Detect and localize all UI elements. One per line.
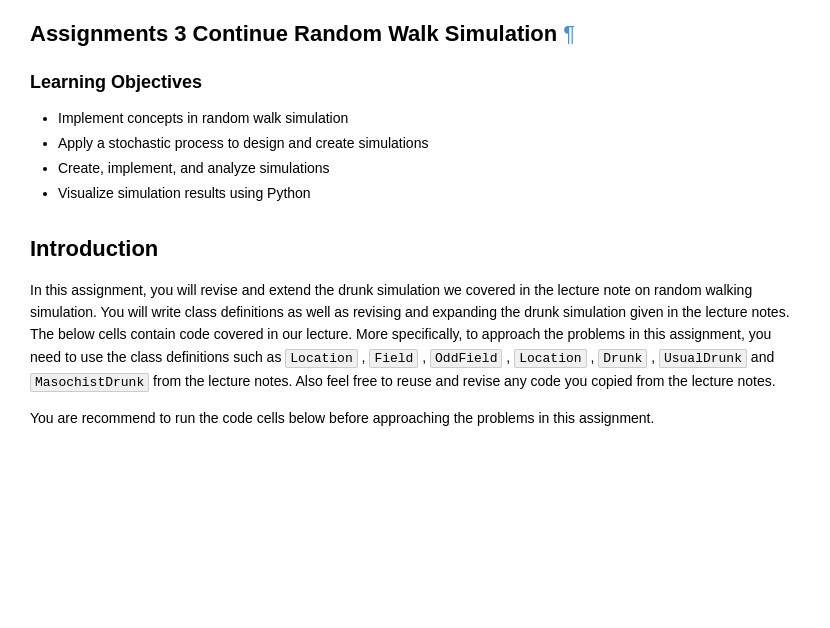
code-field: Field [369,349,418,368]
page-title: Assignments 3 Continue Random Walk Simul… [30,20,800,49]
list-item: Implement concepts in random walk simula… [58,108,800,129]
intro-text-end: from the lecture notes. Also feel free t… [153,373,776,389]
code-drunk: Drunk [598,349,647,368]
introduction-heading: Introduction [30,232,800,265]
list-item: Visualize simulation results using Pytho… [58,183,800,204]
code-masochistdrunk: MasochistDrunk [30,373,149,392]
pilcrow-symbol: ¶ [563,21,575,46]
title-text: Assignments 3 Continue Random Walk Simul… [30,21,557,46]
learning-objectives-heading: Learning Objectives [30,69,800,96]
objectives-list: Implement concepts in random walk simula… [30,108,800,204]
and-text: and [751,349,774,365]
code-oddfield: OddField [430,349,502,368]
code-usualdrunk: UsualDrunk [659,349,747,368]
introduction-section: Introduction In this assignment, you wil… [30,232,800,430]
code-location-2: Location [514,349,586,368]
code-location-1: Location [285,349,357,368]
intro-paragraph-2: You are recommend to run the code cells … [30,407,800,429]
intro-paragraph-1: In this assignment, you will revise and … [30,279,800,394]
list-item: Apply a stochastic process to design and… [58,133,800,154]
list-item: Create, implement, and analyze simulatio… [58,158,800,179]
